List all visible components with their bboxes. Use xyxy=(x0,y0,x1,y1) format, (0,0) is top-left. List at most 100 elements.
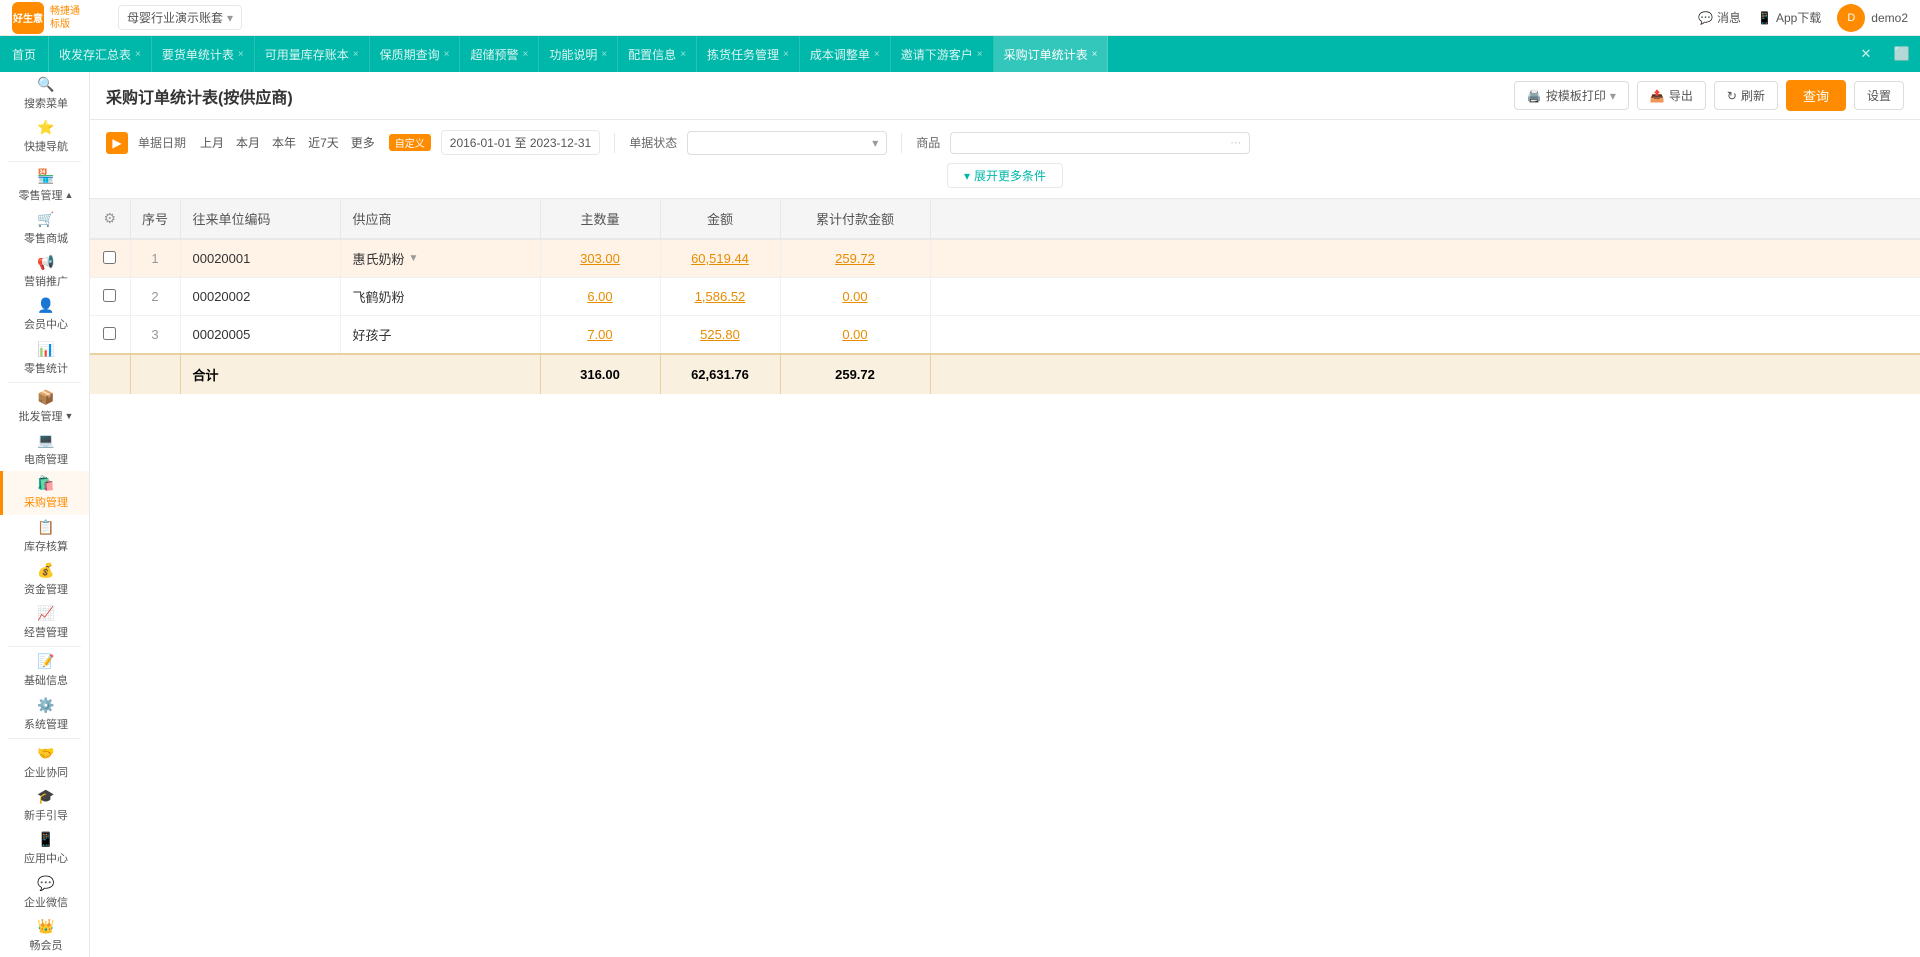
main-layout: 🔍 搜索菜单 ⭐ 快捷导航 🏪 零售管理 ▲ 🛒 零售商城 📢 营销推广 👤 会… xyxy=(0,72,1920,957)
sidebar-item-app-center[interactable]: 📱 应用中心 xyxy=(0,827,89,870)
sidebar-item-newbie-guide[interactable]: 🎓 新手引导 xyxy=(0,784,89,827)
tab-purchase-summary[interactable]: 采购订单统计表 × xyxy=(994,36,1109,72)
sidebar-item-marketing[interactable]: 📢 营销推广 xyxy=(0,250,89,293)
message-btn[interactable]: 💬 消息 xyxy=(1698,9,1741,26)
shortcut-7days[interactable]: 近7天 xyxy=(304,132,343,153)
settings-icon[interactable]: ⚙ xyxy=(103,210,116,226)
tab-invite-downstream[interactable]: 邀请下游客户 × xyxy=(891,36,994,72)
member-icon: 👤 xyxy=(37,297,54,314)
date-range-input[interactable]: 2016-01-01 至 2023-12-31 xyxy=(441,130,600,155)
row-checkbox[interactable] xyxy=(90,316,130,355)
shortcut-more[interactable]: 更多 xyxy=(347,132,379,153)
close-icon[interactable]: × xyxy=(874,49,880,60)
tab-receive-summary[interactable]: 收发存汇总表 × xyxy=(49,36,152,72)
goods-input[interactable]: ··· xyxy=(950,132,1250,154)
tab-actions: ✕ ⬜ xyxy=(1848,36,1920,72)
finance-icon: 💰 xyxy=(37,562,54,579)
tab-overstock-warning[interactable]: 超储预警 × xyxy=(460,36,539,72)
sidebar-item-ecommerce-mgmt[interactable]: 💻 电商管理 xyxy=(0,428,89,471)
sidebar-item-inventory-check[interactable]: 📋 库存核算 xyxy=(0,515,89,558)
sidebar-item-retail-mall[interactable]: 🛒 零售商城 xyxy=(0,207,89,250)
sidebar-item-retail-stats[interactable]: 📊 零售统计 xyxy=(0,337,89,380)
close-icon[interactable]: × xyxy=(238,49,244,60)
sidebar-item-finance-mgmt[interactable]: 💰 资金管理 xyxy=(0,558,89,601)
wholesale-icon: 📦 xyxy=(37,389,54,406)
row-checkbox[interactable] xyxy=(90,278,130,316)
query-btn[interactable]: 查询 xyxy=(1786,80,1846,111)
sidebar-item-purchase-mgmt[interactable]: 🛍️ 采购管理 xyxy=(0,471,89,514)
close-icon[interactable]: × xyxy=(1092,49,1098,60)
sidebar-item-ops-mgmt[interactable]: 📈 经营管理 xyxy=(0,601,89,644)
close-icon[interactable]: × xyxy=(601,49,607,60)
inventory-icon: 📋 xyxy=(37,519,54,536)
sidebar-item-retail-mgmt[interactable]: 🏪 零售管理 ▲ xyxy=(0,163,89,206)
ecommerce-icon: 💻 xyxy=(37,432,54,449)
retail-icon: 🏪 xyxy=(37,168,54,185)
sidebar-item-wholesale-mgmt[interactable]: 📦 批发管理 ▼ xyxy=(0,385,89,428)
close-icon[interactable]: × xyxy=(680,49,686,60)
row-amount: 60,519.44 xyxy=(660,239,780,278)
tab-available-stock[interactable]: 可用量库存账本 × xyxy=(255,36,370,72)
marketing-icon: 📢 xyxy=(37,254,54,271)
basic-icon: 📝 xyxy=(37,653,54,670)
close-icon[interactable]: × xyxy=(783,49,789,60)
download-icon: 📱 xyxy=(1757,11,1772,25)
sidebar-item-search[interactable]: 🔍 搜索菜单 xyxy=(0,72,89,115)
tab-picking-task[interactable]: 拣货任务管理 × xyxy=(697,36,800,72)
tab-function-desc[interactable]: 功能说明 × xyxy=(539,36,618,72)
shortcut-last-month[interactable]: 上月 xyxy=(196,132,228,153)
export-btn[interactable]: 📤 导出 xyxy=(1637,81,1706,110)
expand-toggle-btn[interactable]: ▶ xyxy=(106,132,128,154)
row-extra xyxy=(930,239,1920,278)
purchase-icon: 🛍️ xyxy=(37,475,54,492)
star-icon: ⭐ xyxy=(37,119,54,136)
sidebar-item-enterprise-coop[interactable]: 🤝 企业协同 xyxy=(0,741,89,784)
close-icon[interactable]: × xyxy=(977,49,983,60)
refresh-btn[interactable]: ↻ 刷新 xyxy=(1714,81,1778,110)
date-shortcuts: 上月 本月 本年 近7天 更多 xyxy=(196,132,379,153)
row-no: 2 xyxy=(130,278,180,316)
close-icon[interactable]: × xyxy=(522,49,528,60)
close-icon[interactable]: × xyxy=(444,49,450,60)
sidebar-item-member-center[interactable]: 👤 会员中心 xyxy=(0,293,89,336)
tab-home[interactable]: 首页 xyxy=(0,36,49,72)
row-no: 1 xyxy=(130,239,180,278)
wechat-icon: 💬 xyxy=(37,875,54,892)
sidebar-item-basic-info[interactable]: 📝 基础信息 xyxy=(0,649,89,692)
message-icon: 💬 xyxy=(1698,11,1713,25)
workspace-selector[interactable]: 母婴行业演示账套 ▾ xyxy=(118,5,242,30)
footer-label: 合计 xyxy=(180,354,540,394)
close-icon[interactable]: × xyxy=(353,49,359,60)
th-paid-amount: 累计付款金额 xyxy=(780,199,930,239)
shortcut-this-year[interactable]: 本年 xyxy=(268,132,300,153)
expand-more-btn[interactable]: ▾ 展开更多条件 xyxy=(947,163,1063,188)
row-amount: 525.80 xyxy=(660,316,780,355)
custom-badge[interactable]: 自定义 xyxy=(389,134,431,151)
user-area[interactable]: D demo2 xyxy=(1837,4,1908,32)
close-icon[interactable]: × xyxy=(135,49,141,60)
sidebar-item-enterprise-wechat[interactable]: 💬 企业微信 xyxy=(0,871,89,914)
maximize-btn[interactable]: ⬜ xyxy=(1884,36,1920,72)
sidebar-item-vip-member[interactable]: 👑 畅会员 xyxy=(0,914,89,957)
tab-order-summary[interactable]: 要货单统计表 × xyxy=(152,36,255,72)
close-tab-btn[interactable]: ✕ xyxy=(1848,36,1884,72)
row-checkbox[interactable] xyxy=(90,239,130,278)
print-btn[interactable]: 🖨️ 按模板打印 ▾ xyxy=(1514,81,1629,110)
sidebar-item-system-mgmt[interactable]: ⚙️ 系统管理 xyxy=(0,693,89,736)
tab-cost-adjust[interactable]: 成本调整单 × xyxy=(800,36,891,72)
settings-btn[interactable]: 设置 xyxy=(1854,81,1904,110)
row-supplier: 惠氏奶粉 ▼ xyxy=(340,239,540,278)
stats-icon: 📊 xyxy=(37,341,54,358)
tab-config-info[interactable]: 配置信息 × xyxy=(618,36,697,72)
avatar: D xyxy=(1837,4,1865,32)
shortcut-this-month[interactable]: 本月 xyxy=(232,132,264,153)
goods-label: 商品 xyxy=(916,134,940,151)
logo-icon: 畅捷通好生意好生意 xyxy=(12,2,44,34)
filter-divider2 xyxy=(901,133,902,153)
sidebar-item-quick-nav[interactable]: ⭐ 快捷导航 xyxy=(0,115,89,158)
app-download-btn[interactable]: 📱 App下载 xyxy=(1757,9,1821,26)
date-label: 单据日期 xyxy=(138,134,186,151)
tab-expiry-query[interactable]: 保质期查询 × xyxy=(370,36,461,72)
page-header: 采购订单统计表(按供应商) 🖨️ 按模板打印 ▾ 📤 导出 ↻ 刷新 查询 xyxy=(90,72,1920,120)
status-select[interactable]: ▾ xyxy=(687,131,887,155)
